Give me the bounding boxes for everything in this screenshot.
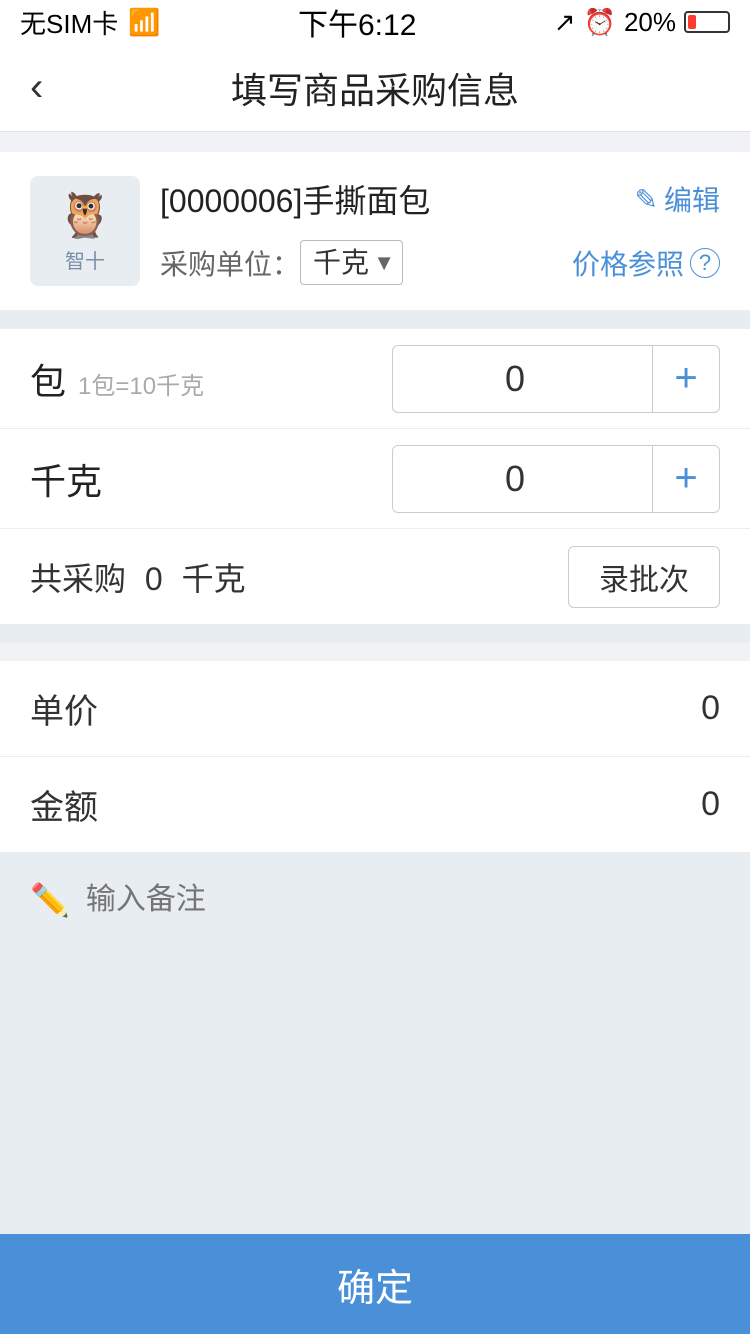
divider-band: [0, 311, 750, 329]
bag-quantity-input[interactable]: [392, 345, 652, 413]
price-ref-icon: ?: [690, 248, 720, 278]
unit-price-value: 0: [701, 689, 720, 728]
summary-row: 共采购 0 千克 录批次: [0, 529, 750, 625]
battery-body: [684, 11, 730, 33]
kg-label: 千克: [30, 453, 102, 505]
product-name-row: [0000006]手撕面包 ✎ 编辑: [160, 176, 720, 222]
confirm-button[interactable]: 确定: [0, 1234, 750, 1334]
battery-fill: [688, 15, 696, 29]
product-edit-button[interactable]: ✎ 编辑: [635, 179, 720, 219]
status-bar: 无SIM卡 📶 下午6:12 ↗ ⏰ 20%: [0, 0, 750, 44]
unit-label: 采购单位：: [160, 243, 300, 283]
kg-input-row: 千克 +: [0, 429, 750, 529]
input-section: 包 1包=10千克 + 千克 +: [0, 329, 750, 529]
bag-input-row: 包 1包=10千克 +: [0, 329, 750, 429]
kg-label-main: 千克: [30, 453, 102, 505]
unit-select-wrapper[interactable]: 千克 ▼: [300, 240, 403, 285]
remark-section: ✏️: [0, 853, 750, 947]
back-button[interactable]: ‹: [30, 65, 43, 110]
edit-label: 编辑: [664, 179, 720, 219]
confirm-label: 确定: [337, 1257, 413, 1312]
remark-input[interactable]: [86, 883, 720, 917]
divider-band-2: [0, 625, 750, 643]
product-card: 🦉 智十 [0000006]手撕面包 ✎ 编辑 采购单位： 千克 ▼ 价格参照: [0, 152, 750, 311]
alarm-icon: ⏰: [584, 7, 616, 38]
product-logo: 🦉 智十: [30, 176, 140, 286]
product-unit-row: 采购单位： 千克 ▼ 价格参照 ?: [160, 240, 720, 285]
unit-price-label: 单价: [30, 684, 98, 733]
status-time: 下午6:12: [298, 0, 416, 44]
amount-row: 金额 0: [0, 757, 750, 853]
summary-unit: 千克: [182, 561, 246, 597]
bag-label: 包 1包=10千克: [30, 353, 204, 405]
unit-select[interactable]: 千克: [300, 240, 403, 285]
status-left: 无SIM卡 📶: [20, 4, 161, 41]
product-logo-text: 智十: [65, 245, 105, 274]
product-info: [0000006]手撕面包 ✎ 编辑 采购单位： 千克 ▼ 价格参照 ?: [160, 176, 720, 285]
unit-price-row: 单价 0: [0, 661, 750, 757]
summary-amount: 0: [145, 561, 163, 597]
price-ref-label: 价格参照: [572, 243, 684, 283]
amount-label: 金额: [30, 780, 98, 829]
batch-button[interactable]: 录批次: [568, 546, 720, 608]
bag-input-right: +: [392, 345, 720, 413]
summary-text: 共采购 0 千克: [30, 554, 246, 600]
bag-label-main: 包: [30, 353, 66, 405]
location-icon: ↗: [554, 7, 576, 38]
edit-icon: ✎: [635, 183, 658, 216]
bag-sublabel: 1包=10千克: [78, 366, 204, 401]
nav-bar: ‹ 填写商品采购信息: [0, 44, 750, 132]
status-right: ↗ ⏰ 20%: [554, 7, 730, 38]
product-owl-icon: 🦉: [58, 189, 113, 241]
price-ref-button[interactable]: 价格参照 ?: [572, 243, 720, 283]
kg-plus-button[interactable]: +: [652, 445, 720, 513]
product-name: [0000006]手撕面包: [160, 176, 430, 222]
carrier-label: 无SIM卡: [20, 4, 118, 41]
battery-icon: [684, 11, 730, 33]
battery-percent: 20%: [624, 7, 676, 38]
pencil-icon: ✏️: [30, 881, 70, 919]
summary-prefix: 共采购: [30, 561, 126, 597]
wifi-icon: 📶: [128, 7, 160, 38]
amount-value: 0: [701, 785, 720, 824]
page-title: 填写商品采购信息: [231, 62, 519, 114]
kg-input-right: +: [392, 445, 720, 513]
price-section: 单价 0 金额 0: [0, 661, 750, 853]
kg-quantity-input[interactable]: [392, 445, 652, 513]
bag-plus-button[interactable]: +: [652, 345, 720, 413]
